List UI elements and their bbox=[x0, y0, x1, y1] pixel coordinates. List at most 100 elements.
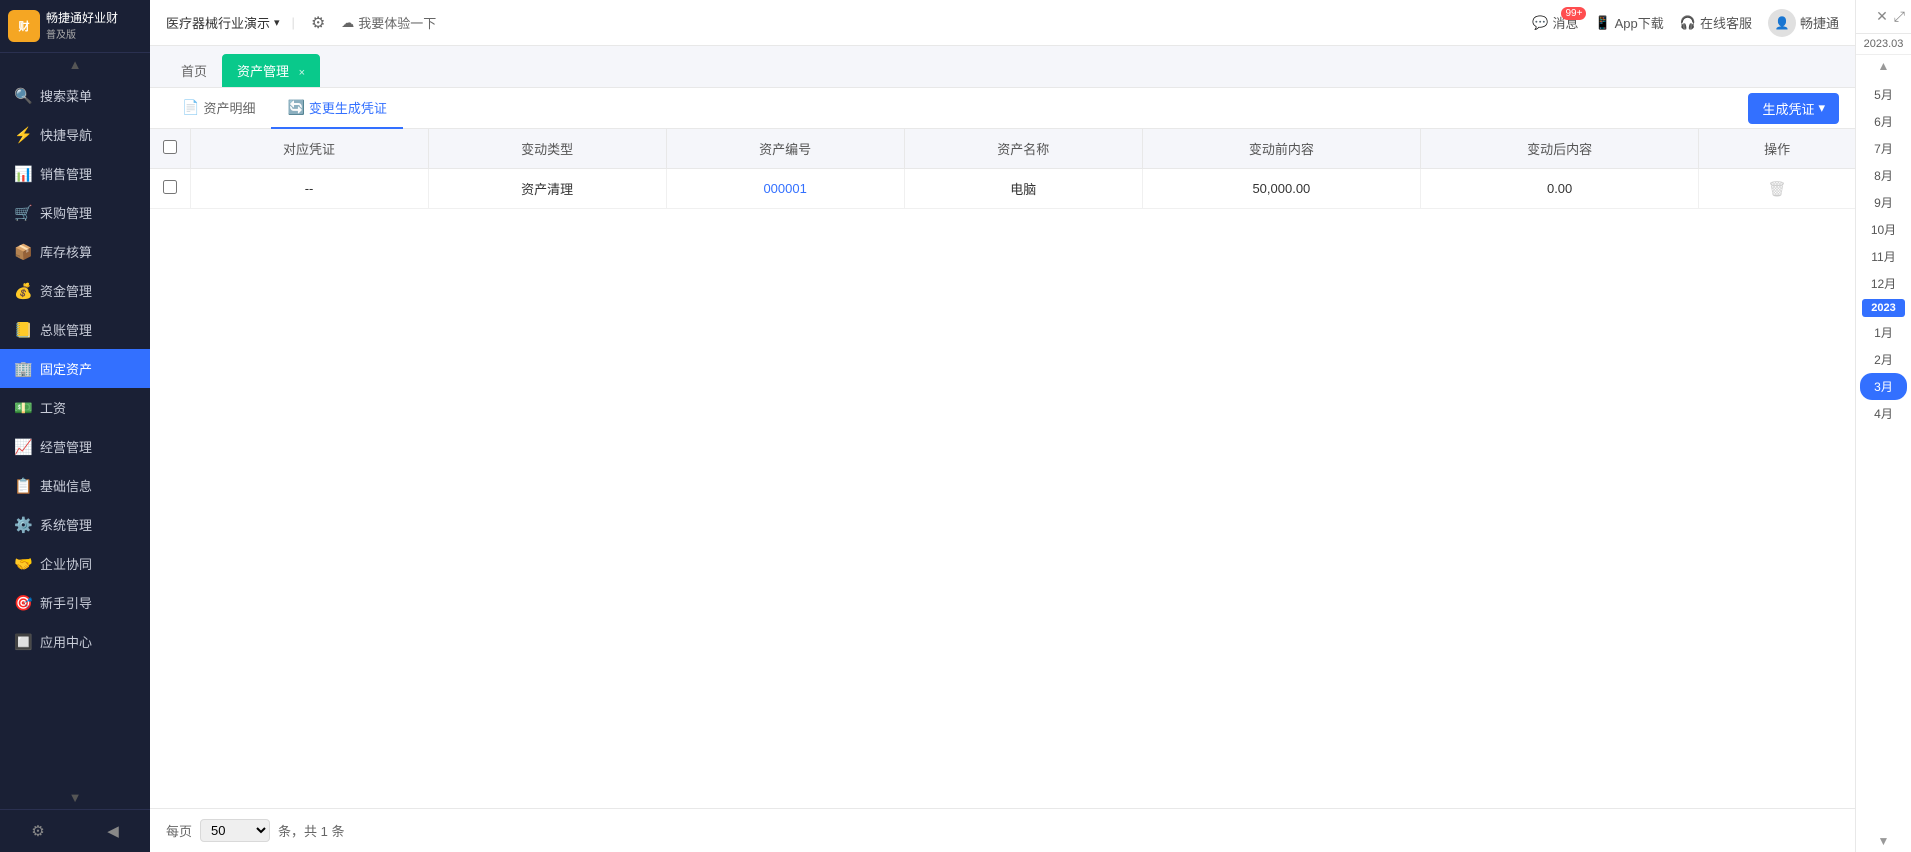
service-icon: 🎧 bbox=[1680, 15, 1696, 31]
date-item[interactable]: 11月 bbox=[1856, 243, 1911, 270]
quick-nav-icon: ⚡ bbox=[14, 126, 32, 144]
logo-text: 畅捷通好业财 bbox=[46, 11, 118, 27]
cell-asset-code: 000001 bbox=[666, 169, 904, 209]
messages-badge: 99+ bbox=[1561, 7, 1586, 20]
tab-change-voucher[interactable]: 🔄 变更生成凭证 bbox=[271, 88, 402, 129]
gen-voucher-label: 生成凭证 bbox=[1762, 99, 1814, 118]
user-btn[interactable]: 👤 畅捷通 bbox=[1768, 9, 1839, 37]
apps-icon: 🔲 bbox=[14, 633, 32, 651]
sidebar-nav: 🔍搜索菜单⚡快捷导航📊销售管理 🛒 采购管理 📦库存核算💰资金管理📒总账管理🏢固定资产… bbox=[0, 76, 150, 786]
sidebar-label-basic-info: 基础信息 bbox=[40, 476, 92, 495]
settings-icon[interactable]: ⚙ bbox=[23, 818, 52, 844]
content-area: 📄 资产明细 🔄 变更生成凭证 生成凭证 ▾ 对应凭证 bbox=[150, 88, 1855, 852]
sidebar-item-apps[interactable]: 🔲应用中心 bbox=[0, 622, 150, 661]
inner-tabs: 📄 资产明细 🔄 变更生成凭证 生成凭证 ▾ bbox=[150, 88, 1855, 129]
collapse-icon[interactable]: ◀ bbox=[99, 818, 127, 844]
sidebar-item-basic-info[interactable]: 📋基础信息 bbox=[0, 466, 150, 505]
main-area: 医疗器械行业演示 ▾ | ⚙ ☁ 我要体验一下 💬 消息 99+ 📱 App下载… bbox=[150, 0, 1855, 852]
sidebar-item-quick-nav[interactable]: ⚡快捷导航 bbox=[0, 115, 150, 154]
right-panel: ✕ ⤢ 2023.03 ▲ 5月6月7月8月9月10月11月12月20231月2… bbox=[1855, 0, 1911, 852]
date-item-2月[interactable]: 2月 bbox=[1856, 346, 1911, 373]
operations-icon: 📈 bbox=[14, 438, 32, 456]
date-item[interactable]: 5月 bbox=[1856, 81, 1911, 108]
dropdown-icon: ▾ bbox=[274, 16, 280, 29]
sidebar-label-purchase: 采购管理 bbox=[40, 203, 92, 222]
tab-home-label: 首页 bbox=[181, 64, 207, 79]
online-service-label: 在线客服 bbox=[1700, 13, 1752, 32]
experience-label: 我要体验一下 bbox=[358, 13, 436, 32]
cell-change-type: 资产清理 bbox=[428, 169, 666, 209]
date-item[interactable]: 10月 bbox=[1856, 216, 1911, 243]
sidebar-item-operations[interactable]: 📈 经营管理 bbox=[0, 427, 150, 466]
date-item[interactable]: 6月 bbox=[1856, 108, 1911, 135]
sidebar-label-sales: 销售管理 bbox=[40, 164, 92, 183]
sidebar-label-salary: 工资 bbox=[40, 398, 66, 417]
col-header-operation: 操作 bbox=[1699, 129, 1855, 169]
experience-btn[interactable]: ☁ 我要体验一下 bbox=[341, 13, 436, 32]
sidebar-scroll-up[interactable]: ▲ bbox=[0, 53, 150, 76]
panel-expand-btn[interactable]: ⤢ bbox=[1892, 6, 1907, 27]
app-download-btn[interactable]: 📱 App下载 bbox=[1594, 13, 1663, 32]
table-header-row: 对应凭证 变动类型 资产编号 资产名称 变动前内容 变动后内容 操作 bbox=[150, 129, 1855, 169]
panel-year-month: 2023.03 bbox=[1856, 34, 1911, 55]
sidebar-item-purchase[interactable]: 🛒 采购管理 bbox=[0, 193, 150, 232]
date-scroll-up[interactable]: ▲ bbox=[1856, 55, 1911, 77]
sidebar-item-finance[interactable]: 💰资金管理 bbox=[0, 271, 150, 310]
row-checkbox-0[interactable] bbox=[163, 180, 177, 194]
date-item[interactable]: 8月 bbox=[1856, 162, 1911, 189]
sidebar-label-operations: 经营管理 bbox=[40, 437, 92, 456]
fixed-assets-icon: 🏢 bbox=[14, 360, 32, 378]
cell-after-change: 0.00 bbox=[1421, 169, 1699, 209]
company-selector[interactable]: 医疗器械行业演示 ▾ bbox=[166, 13, 280, 32]
tab-asset-detail[interactable]: 📄 资产明细 bbox=[166, 88, 271, 129]
settings-icon[interactable]: ⚙ bbox=[311, 13, 325, 33]
delete-icon[interactable]: 🗑 bbox=[1768, 181, 1787, 198]
tab-bar: 首页 资产管理 × bbox=[150, 46, 1855, 88]
date-list: 5月6月7月8月9月10月11月12月20231月2月3月4月 bbox=[1856, 77, 1911, 830]
date-item[interactable]: 7月 bbox=[1856, 135, 1911, 162]
col-header-change-type: 变动类型 bbox=[428, 129, 666, 169]
tab-home[interactable]: 首页 bbox=[166, 54, 222, 87]
sidebar-item-fixed-assets[interactable]: 🏢固定资产 bbox=[0, 349, 150, 388]
generate-voucher-button[interactable]: 生成凭证 ▾ bbox=[1748, 93, 1839, 124]
purchase-icon: 🛒 bbox=[14, 204, 32, 222]
sidebar-item-enterprise[interactable]: 🤝企业协同 bbox=[0, 544, 150, 583]
sidebar-item-inventory[interactable]: 📦库存核算 bbox=[0, 232, 150, 271]
select-all-checkbox[interactable] bbox=[163, 140, 177, 154]
date-item-1月[interactable]: 1月 bbox=[1856, 319, 1911, 346]
sidebar-item-sales[interactable]: 📊销售管理 bbox=[0, 154, 150, 193]
sidebar-item-search[interactable]: 🔍搜索菜单 bbox=[0, 76, 150, 115]
username: 畅捷通 bbox=[1800, 13, 1839, 32]
date-item-3月[interactable]: 3月 bbox=[1860, 373, 1907, 400]
online-service-btn[interactable]: 🎧 在线客服 bbox=[1680, 13, 1752, 32]
col-header-asset-name: 资产名称 bbox=[904, 129, 1142, 169]
panel-header: ✕ ⤢ bbox=[1856, 0, 1911, 34]
sidebar-item-guide[interactable]: 🎯新手引导 bbox=[0, 583, 150, 622]
sidebar-label-system: 系统管理 bbox=[40, 515, 92, 534]
panel-close-btn[interactable]: ✕ bbox=[1874, 6, 1890, 27]
sidebar-item-system[interactable]: ⚙️系统管理 bbox=[0, 505, 150, 544]
date-item[interactable]: 9月 bbox=[1856, 189, 1911, 216]
per-page-label: 每页 bbox=[166, 821, 192, 840]
page-size-select[interactable]: 50 10 20 100 bbox=[200, 819, 270, 842]
date-item-4月[interactable]: 4月 bbox=[1856, 400, 1911, 427]
sidebar-bottom: ⚙ ◀ bbox=[0, 809, 150, 852]
sidebar-logo: 财 畅捷通好业财 普及版 bbox=[0, 0, 150, 53]
logo-icon: 财 bbox=[8, 10, 40, 42]
app-download-label: App下载 bbox=[1615, 13, 1664, 32]
search-icon: 🔍 bbox=[14, 87, 32, 105]
date-item[interactable]: 12月 bbox=[1856, 270, 1911, 297]
sidebar-item-ledger[interactable]: 📒总账管理 bbox=[0, 310, 150, 349]
avatar: 👤 bbox=[1768, 9, 1796, 37]
guide-icon: 🎯 bbox=[14, 594, 32, 612]
row-checkbox-cell bbox=[150, 169, 190, 209]
sidebar-item-salary[interactable]: 💵工资 bbox=[0, 388, 150, 427]
date-scroll-down[interactable]: ▼ bbox=[1856, 830, 1911, 852]
header-checkbox-cell bbox=[150, 129, 190, 169]
messages-btn[interactable]: 💬 消息 99+ bbox=[1532, 13, 1578, 32]
tab-asset-management[interactable]: 资产管理 × bbox=[222, 54, 320, 87]
message-icon: 💬 bbox=[1532, 15, 1548, 31]
top-header: 医疗器械行业演示 ▾ | ⚙ ☁ 我要体验一下 💬 消息 99+ 📱 App下载… bbox=[150, 0, 1855, 46]
sidebar-scroll-down[interactable]: ▼ bbox=[0, 786, 150, 809]
tab-close-icon[interactable]: × bbox=[299, 67, 305, 79]
